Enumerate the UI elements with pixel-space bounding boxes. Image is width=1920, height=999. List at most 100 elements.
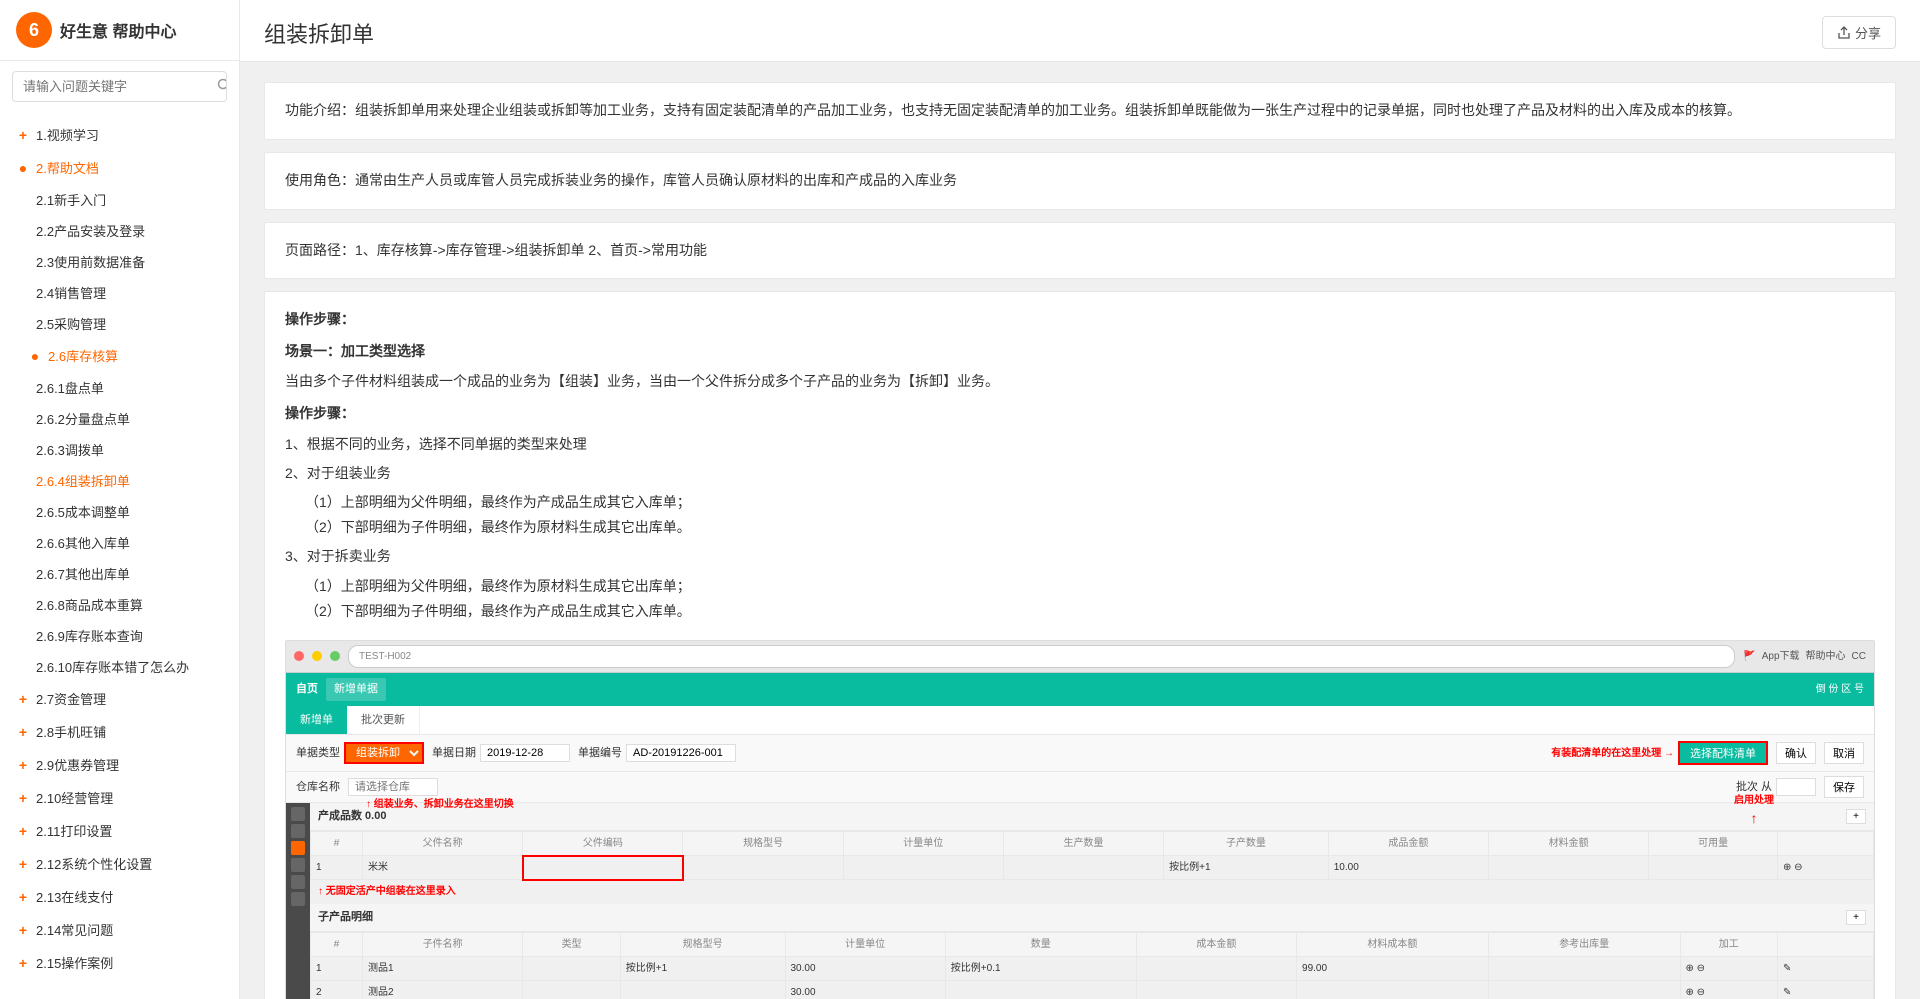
sidebar-item-coupon[interactable]: + 2.9优惠券管理 xyxy=(0,748,239,781)
sidebar-item-assembly[interactable]: 2.6.4组装拆卸单 xyxy=(0,465,239,496)
expand-icon: + xyxy=(16,128,30,142)
role-card: 使用角色：通常由生产人员或库管人员完成拆装业务的操作，库管人员确认原材料的出库和… xyxy=(264,152,1896,210)
mini-icon-5 xyxy=(291,875,305,889)
tab-new-record[interactable]: 新增单 xyxy=(286,706,347,735)
lth-spec: 规格型号 xyxy=(620,932,785,956)
td-prod-qty xyxy=(1003,856,1163,880)
plus-icon: + xyxy=(16,692,30,706)
sidebar-item-sales[interactable]: 2.4销售管理 xyxy=(0,277,239,308)
sidebar-item-stocktake[interactable]: 2.6.1盘点单 xyxy=(0,372,239,403)
intro-text: 功能介绍：组装拆卸单用来处理企业组装或拆卸等加工业务，支持有固定装配清单的产品加… xyxy=(285,99,1875,123)
lth-cost: 成本金额 xyxy=(1136,932,1296,956)
confirm-btn[interactable]: 确认 xyxy=(1776,742,1816,764)
path-card: 页面路径：1、库存核算->库存管理->组装拆卸单 2、首页->常用功能 xyxy=(264,222,1896,280)
lth-ops: 加工 xyxy=(1680,932,1777,956)
toolbar-row-2: 仓库名称 批次 从 ↑ 组装业务、拆卸业务在这里切换 启用处理 ↑ xyxy=(286,772,1874,803)
type-selector[interactable]: 组装拆卸 xyxy=(346,744,422,762)
ops-steps-title: 操作步骤： xyxy=(285,402,1875,426)
lth-qty: 数量 xyxy=(945,932,1136,956)
td-mat-amt xyxy=(1488,856,1648,880)
sidebar-item-other-in[interactable]: 2.6.6其他入库单 xyxy=(0,527,239,558)
plus-icon: + xyxy=(16,824,30,838)
sidebar-item-finance[interactable]: + 2.7资金管理 xyxy=(0,682,239,715)
help-icon: 帮助中心 xyxy=(1806,648,1846,665)
sidebar-item-payment[interactable]: + 2.13在线支付 xyxy=(0,880,239,913)
th-parent-code: 父件编码 xyxy=(523,831,683,856)
save-btn[interactable]: 保存 xyxy=(1824,776,1864,798)
nav-section-210: + 2.10经营管理 xyxy=(0,781,239,814)
ltd-name: 测品1 xyxy=(363,956,523,980)
path-text: 页面路径：1、库存核算->库存管理->组装拆卸单 2、首页->常用功能 xyxy=(285,239,1875,263)
bom-section: 有装配清单的在这里处理 → 选择配料清单 xyxy=(1551,741,1768,765)
sidebar-item-print[interactable]: + 2.11打印设置 xyxy=(0,814,239,847)
date-input[interactable] xyxy=(480,744,570,762)
sidebar-item-inventory-query[interactable]: 2.6.9库存账本查询 xyxy=(0,620,239,651)
sidebar-item-mobile[interactable]: + 2.8手机旺铺 xyxy=(0,715,239,748)
sidebar-item-other-out[interactable]: 2.6.7其他出库单 xyxy=(0,558,239,589)
sidebar-item-install[interactable]: 2.2产品安装及登录 xyxy=(0,215,239,246)
cancel-record-btn[interactable]: 取消 xyxy=(1824,742,1864,764)
warehouse-label: 仓库名称 xyxy=(296,778,340,797)
td-sub-qty: 按比例+1 xyxy=(1164,856,1329,880)
select-bom-btn[interactable]: 选择配料清单 xyxy=(1678,741,1768,765)
sidebar-item-cost-recalc[interactable]: 2.6.8商品成本重算 xyxy=(0,589,239,620)
search-button[interactable] xyxy=(209,72,227,101)
ltd-spec: 按比例+1 xyxy=(620,956,785,980)
tab-bar: 新增单 批次更新 xyxy=(286,706,1874,736)
main-header: 组装拆卸单 分享 xyxy=(240,0,1920,62)
lower-title: 子产品明细 xyxy=(318,908,373,927)
sidebar-item-operations[interactable]: + 2.10经营管理 xyxy=(0,781,239,814)
share-button[interactable]: 分享 xyxy=(1822,16,1896,49)
sidebar-item-docs[interactable]: ● 2.帮助文档 xyxy=(0,151,239,184)
annotation-no-fixed: ↑ 无固定活产中组装在这里录入 xyxy=(310,881,1874,902)
ltd-ref2 xyxy=(1488,980,1680,999)
sidebar-item-purchase[interactable]: 2.5采购管理 xyxy=(0,308,239,339)
logo-text: 好生意 帮助中心 xyxy=(60,18,176,42)
screenshot: TEST-H002 🚩 App下载 帮助中心 CC 自页 新增单据 倒 份 区 … xyxy=(285,640,1875,999)
ltd-ops3: ⊕ ⊖ xyxy=(1680,980,1777,999)
tab-batch-update[interactable]: 批次更新 xyxy=(347,706,420,735)
maximize-dot xyxy=(330,651,340,661)
new-record-btn[interactable]: 新增单据 xyxy=(326,678,386,701)
search-box[interactable] xyxy=(12,71,227,102)
ltd-cost xyxy=(1136,956,1296,980)
th-ops xyxy=(1777,831,1873,856)
add-lower-row-btn[interactable]: + xyxy=(1846,910,1866,925)
lower-table-body: 1 测品1 按比例+1 30.00 按比例+0.1 99.00 ⊕ ⊖ xyxy=(311,956,1874,999)
enable-arrow: ↑ xyxy=(1751,807,1758,831)
close-dot xyxy=(294,651,304,661)
td-prod-amt: 10.00 xyxy=(1328,856,1488,880)
td-spec xyxy=(683,856,843,880)
count-from[interactable] xyxy=(1776,778,1816,796)
table-area: 产成品数 0.00 + # 父件名称 父件编码 规格型号 xyxy=(310,803,1874,999)
step-3-2: （2）下部明细为子件明细，最终作为产成品生成其它入库单。 xyxy=(285,599,1875,624)
sidebar-item-label: 2.15操作案例 xyxy=(36,953,113,972)
sidebar-item-cost-adj[interactable]: 2.6.5成本调整单 xyxy=(0,496,239,527)
td-seq: 1 xyxy=(311,856,363,880)
th-prod-amt: 成品金额 xyxy=(1328,831,1488,856)
sidebar-item-inventory[interactable]: ● 2.6库存核算 xyxy=(0,339,239,372)
lth-material-cost: 材料成本额 xyxy=(1297,932,1489,956)
share-icon xyxy=(1837,26,1851,40)
mini-sidebar xyxy=(286,803,310,999)
sidebar-item-faq[interactable]: + 2.14常见问题 xyxy=(0,913,239,946)
mini-icon-2 xyxy=(291,824,305,838)
table-row: 1 米米 按比例+1 10.00 xyxy=(311,856,1874,880)
type-selector-box: 组装拆卸 xyxy=(344,742,424,764)
sidebar-item-beginner[interactable]: 2.1新手入门 xyxy=(0,184,239,215)
sidebar-item-data-prep[interactable]: 2.3使用前数据准备 xyxy=(0,246,239,277)
lth-unit: 计量单位 xyxy=(785,932,945,956)
sidebar-item-inventory-error[interactable]: 2.6.10库存账本错了怎么办 xyxy=(0,651,239,682)
lower-table-row: 1 测品1 按比例+1 30.00 按比例+0.1 99.00 ⊕ ⊖ xyxy=(311,956,1874,980)
sidebar-item-transfer[interactable]: 2.6.3调拨单 xyxy=(0,434,239,465)
sidebar-item-video[interactable]: + 1.视频学习 xyxy=(0,118,239,151)
sidebar-item-partial-stocktake[interactable]: 2.6.2分量盘点单 xyxy=(0,403,239,434)
add-row-btn[interactable]: + xyxy=(1846,809,1866,824)
plus-icon: + xyxy=(16,956,30,970)
number-input[interactable] xyxy=(626,744,736,762)
sidebar-item-personalize[interactable]: + 2.12系统个性化设置 xyxy=(0,847,239,880)
warehouse-input[interactable] xyxy=(348,778,438,796)
mini-icon-3 xyxy=(291,841,305,855)
search-input[interactable] xyxy=(13,73,209,100)
sidebar-item-cases[interactable]: + 2.15操作案例 xyxy=(0,946,239,979)
